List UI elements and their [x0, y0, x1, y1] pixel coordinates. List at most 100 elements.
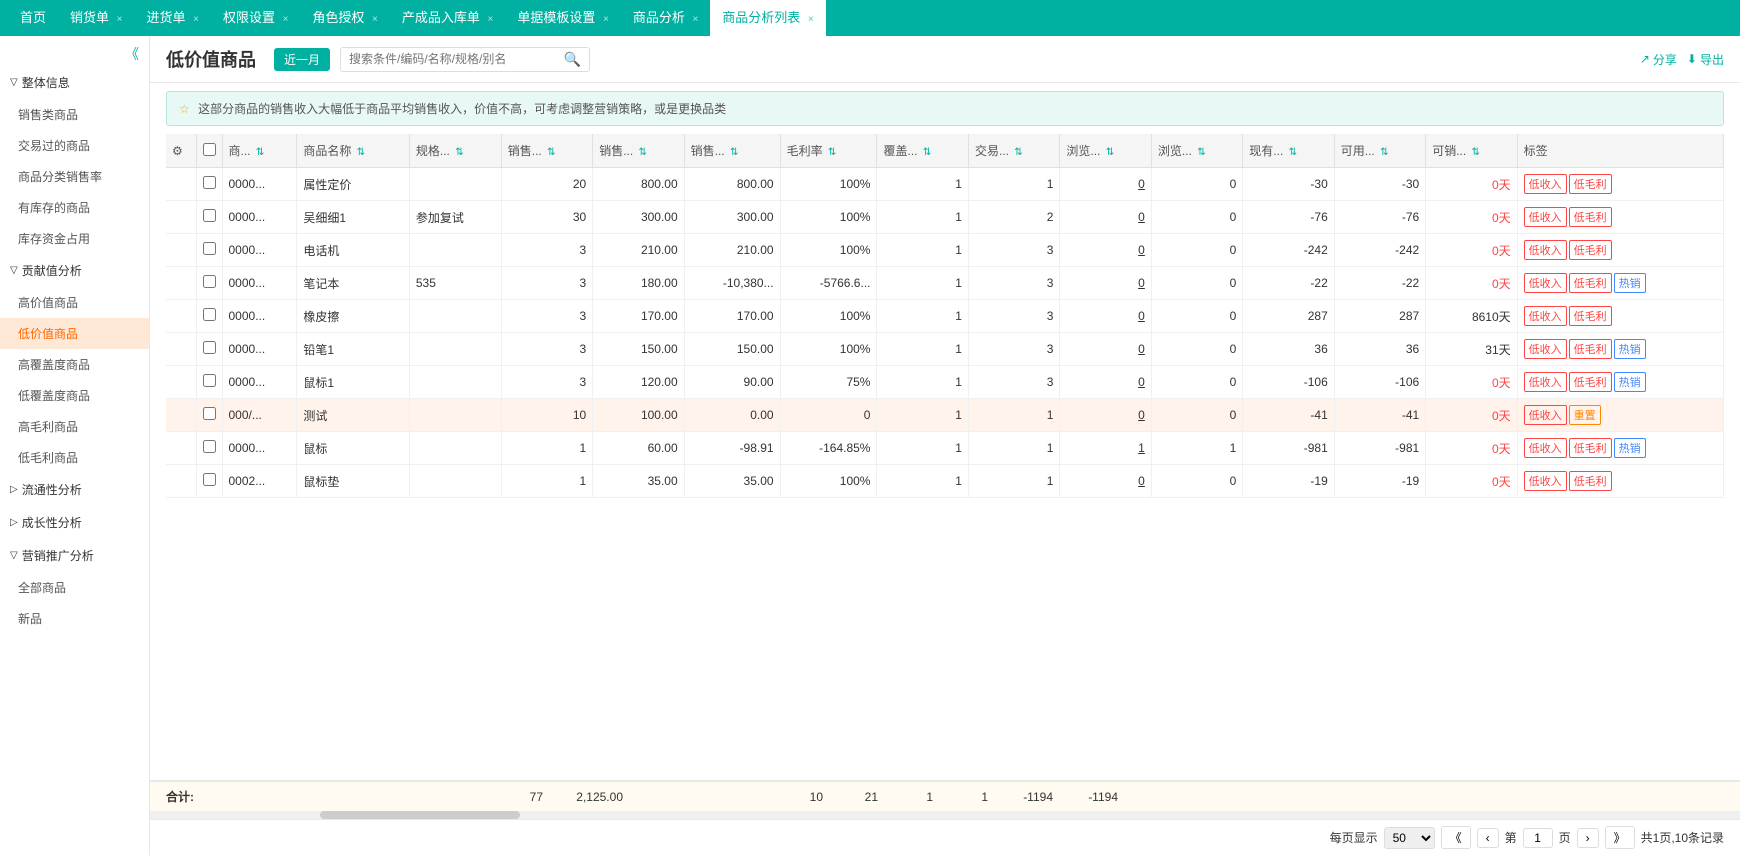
col-gross-rate[interactable]: 毛利率 ⇅ [780, 134, 877, 168]
col-spec[interactable]: 规格... ⇅ [409, 134, 501, 168]
row-checkbox[interactable] [196, 300, 222, 333]
sidebar-item-sales-goods[interactable]: 销售类商品 [0, 99, 149, 130]
row-checkbox[interactable] [196, 399, 222, 432]
close-icon[interactable]: × [808, 14, 814, 25]
nav-home[interactable]: 首页 [8, 0, 58, 36]
close-icon[interactable]: × [283, 14, 289, 25]
row-settings[interactable] [166, 168, 196, 201]
col-settings[interactable]: ⚙ [166, 134, 196, 168]
row-settings[interactable] [166, 399, 196, 432]
browse-link[interactable]: 0 [1138, 177, 1145, 191]
sidebar-section-marketing[interactable]: ▽ 营销推广分析 [0, 539, 149, 572]
browse-link[interactable]: 0 [1138, 276, 1145, 290]
browse-link[interactable]: 0 [1138, 342, 1145, 356]
col-checkbox[interactable] [196, 134, 222, 168]
row-checkbox[interactable] [196, 234, 222, 267]
col-available[interactable]: 可用... ⇅ [1334, 134, 1425, 168]
sidebar-item-stock-goods[interactable]: 有库存的商品 [0, 192, 149, 223]
nav-product-inbound[interactable]: 产成品入库单 × [390, 0, 505, 36]
browse-link[interactable]: 0 [1138, 408, 1145, 422]
col-sales-cost[interactable]: 销售... ⇅ [684, 134, 780, 168]
close-icon[interactable]: × [193, 14, 199, 25]
browse-link[interactable]: 0 [1138, 309, 1145, 323]
nav-product-analysis[interactable]: 商品分析 × [621, 0, 710, 36]
col-sales-qty[interactable]: 销售... ⇅ [501, 134, 592, 168]
close-icon[interactable]: × [372, 14, 378, 25]
row-settings[interactable] [166, 300, 196, 333]
row-check[interactable] [203, 209, 216, 222]
row-settings[interactable] [166, 465, 196, 498]
col-trade[interactable]: 交易... ⇅ [968, 134, 1059, 168]
row-settings[interactable] [166, 201, 196, 234]
sidebar-collapse-btn[interactable]: 《 [121, 42, 143, 66]
col-name[interactable]: 商品名称 ⇅ [297, 134, 410, 168]
time-filter-button[interactable]: 近一月 [274, 48, 330, 71]
row-check[interactable] [203, 275, 216, 288]
row-check[interactable] [203, 176, 216, 189]
row-check[interactable] [203, 440, 216, 453]
col-coverage[interactable]: 覆盖... ⇅ [877, 134, 968, 168]
sidebar-section-circulation[interactable]: ▷ 流通性分析 [0, 473, 149, 506]
row-check[interactable] [203, 308, 216, 321]
sidebar-item-high-value[interactable]: 高价值商品 [0, 287, 149, 318]
row-check[interactable] [203, 242, 216, 255]
nav-product-analysis-list[interactable]: 商品分析列表 × [710, 0, 825, 36]
prev-page-btn[interactable]: ‹ [1477, 828, 1499, 848]
col-browse1[interactable]: 浏览... ⇅ [1060, 134, 1151, 168]
page-number-input[interactable] [1523, 828, 1553, 848]
row-settings[interactable] [166, 432, 196, 465]
first-page-btn[interactable]: 《 [1441, 826, 1471, 849]
sidebar-item-low-value[interactable]: 低价值商品 [0, 318, 149, 349]
row-check[interactable] [203, 374, 216, 387]
row-settings[interactable] [166, 267, 196, 300]
nav-role-auth[interactable]: 角色授权 × [300, 0, 389, 36]
row-checkbox[interactable] [196, 465, 222, 498]
per-page-select[interactable]: 50 100 200 [1384, 827, 1435, 849]
browse-link[interactable]: 0 [1138, 243, 1145, 257]
browse-link[interactable]: 1 [1138, 441, 1145, 455]
sidebar-item-all-goods[interactable]: 全部商品 [0, 572, 149, 603]
row-check[interactable] [203, 341, 216, 354]
close-icon[interactable]: × [603, 14, 609, 25]
sidebar-item-category-sales-rate[interactable]: 商品分类销售率 [0, 161, 149, 192]
row-checkbox[interactable] [196, 201, 222, 234]
export-button[interactable]: ⬇ 导出 [1687, 51, 1724, 68]
horizontal-scrollbar[interactable] [150, 811, 1740, 819]
search-icon[interactable]: 🔍 [564, 51, 581, 68]
close-icon[interactable]: × [117, 14, 123, 25]
nav-purchase-order[interactable]: 进货单 × [134, 0, 210, 36]
col-saleable[interactable]: 可销... ⇅ [1426, 134, 1517, 168]
sidebar-section-overall[interactable]: ▽ 整体信息 [0, 66, 149, 99]
row-check[interactable] [203, 473, 216, 486]
sidebar-item-new-goods[interactable]: 新品 [0, 603, 149, 634]
row-checkbox[interactable] [196, 267, 222, 300]
sidebar-item-stock-capital[interactable]: 库存资金占用 [0, 223, 149, 254]
sidebar-item-high-coverage[interactable]: 高覆盖度商品 [0, 349, 149, 380]
sidebar-section-growth[interactable]: ▷ 成长性分析 [0, 506, 149, 539]
sidebar-item-low-coverage[interactable]: 低覆盖度商品 [0, 380, 149, 411]
close-icon[interactable]: × [488, 14, 494, 25]
row-settings[interactable] [166, 366, 196, 399]
nav-sales-order[interactable]: 销货单 × [58, 0, 134, 36]
select-all-checkbox[interactable] [203, 143, 216, 156]
col-code[interactable]: 商... ⇅ [222, 134, 297, 168]
row-checkbox[interactable] [196, 366, 222, 399]
sidebar-item-traded-goods[interactable]: 交易过的商品 [0, 130, 149, 161]
row-checkbox[interactable] [196, 432, 222, 465]
col-sales-amt[interactable]: 销售... ⇅ [593, 134, 684, 168]
col-current-stock[interactable]: 现有... ⇅ [1243, 134, 1334, 168]
browse-link[interactable]: 0 [1138, 474, 1145, 488]
search-input[interactable] [349, 52, 564, 66]
share-button[interactable]: ↗ 分享 [1640, 51, 1677, 68]
scrollbar-thumb[interactable] [320, 811, 520, 819]
row-settings[interactable] [166, 333, 196, 366]
nav-permission[interactable]: 权限设置 × [211, 0, 300, 36]
sidebar-item-low-profit[interactable]: 低毛利商品 [0, 442, 149, 473]
next-page-btn[interactable]: › [1577, 828, 1599, 848]
browse-link[interactable]: 0 [1138, 375, 1145, 389]
browse-link[interactable]: 0 [1138, 210, 1145, 224]
nav-template-settings[interactable]: 单据模板设置 × [505, 0, 620, 36]
sidebar-section-contribution[interactable]: ▽ 贡献值分析 [0, 254, 149, 287]
last-page-btn[interactable]: 》 [1605, 826, 1635, 849]
sidebar-item-high-profit[interactable]: 高毛利商品 [0, 411, 149, 442]
